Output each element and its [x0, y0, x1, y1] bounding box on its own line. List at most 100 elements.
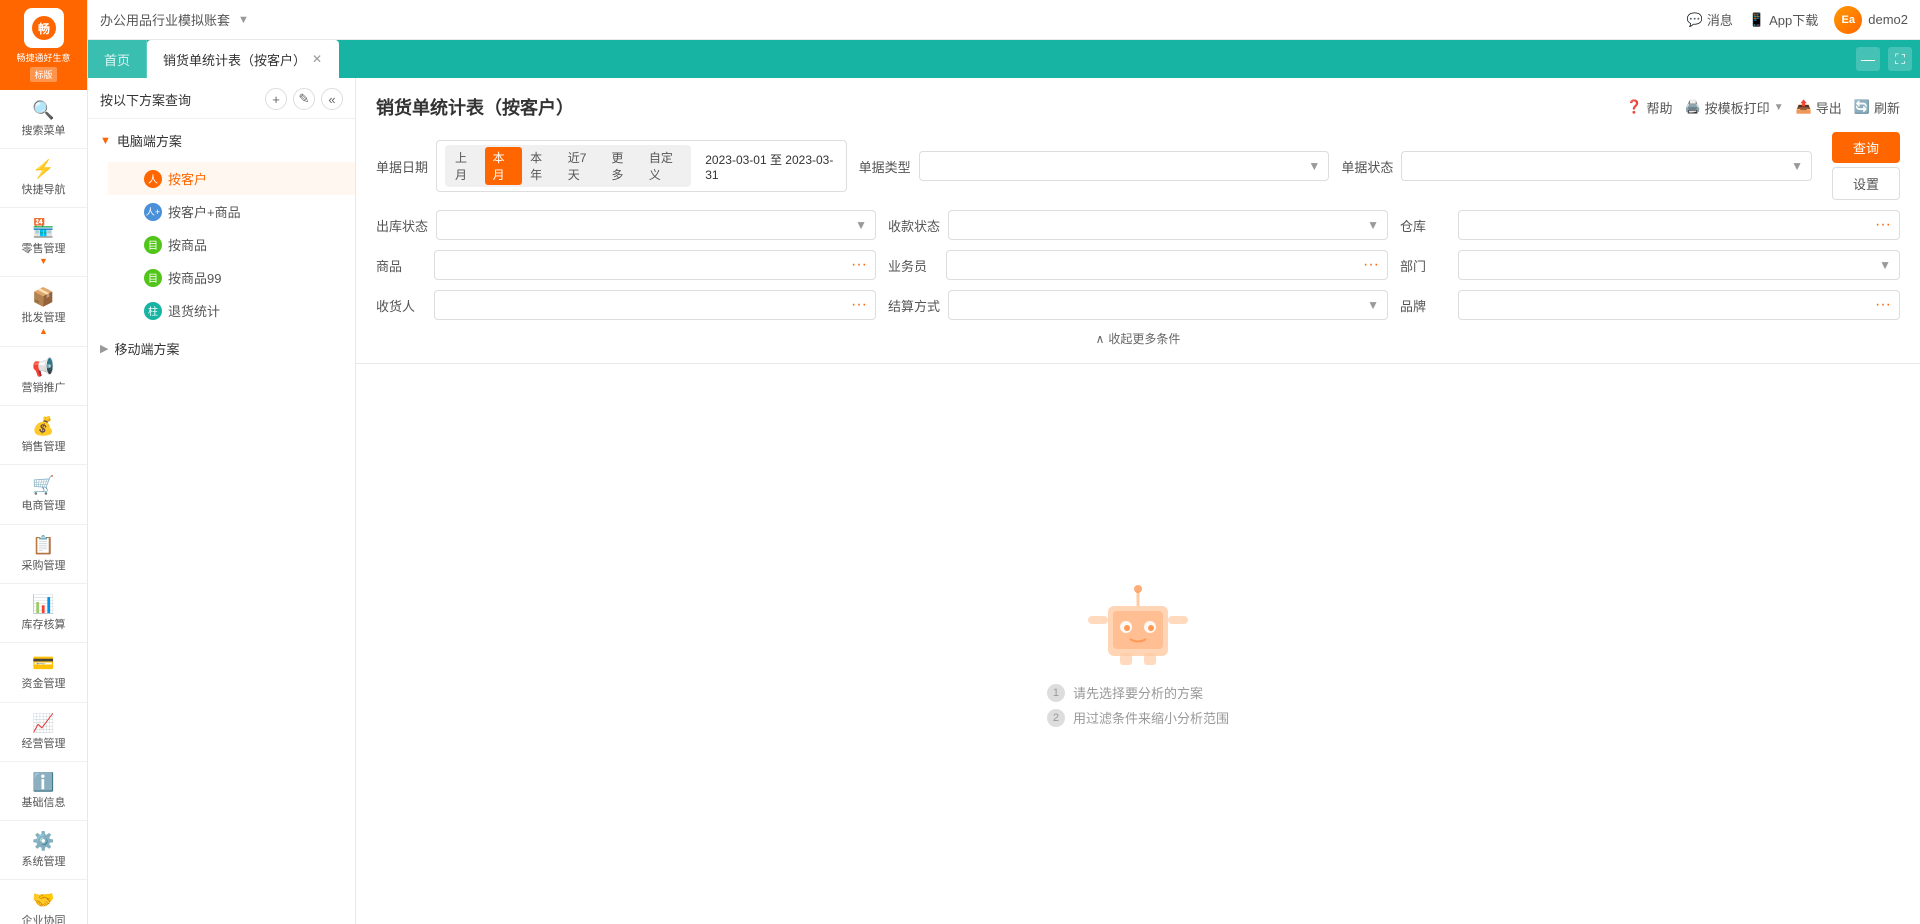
tree-group-mobile[interactable]: ▶ 移动端方案 [88, 333, 355, 364]
filter-item-doc-status: 单据状态 ▼ [1341, 151, 1812, 181]
warehouse-control[interactable]: ··· [1458, 210, 1900, 240]
search-btn[interactable]: 查询 [1832, 132, 1900, 163]
department-control[interactable]: ▼ [1458, 250, 1900, 280]
filter-area: 销货单统计表（按客户） ❓ 帮助 🖨️ 按模板打印 ▼ 📤 [356, 78, 1920, 364]
sidebar-item-wholesale[interactable]: 📦 批发管理 ▲ [0, 277, 87, 346]
tree-group-label: 电脑端方案 [117, 131, 182, 150]
brand-control[interactable]: ··· [1458, 290, 1900, 320]
sales-icon: 💰 [32, 416, 54, 437]
filter-header-actions: ❓ 帮助 🖨️ 按模板打印 ▼ 📤 导出 � [1626, 98, 1900, 117]
payment-method-control[interactable]: ▼ [948, 290, 1388, 320]
date-tab-this-year[interactable]: 本年 [522, 147, 560, 185]
refresh-icon: 🔄 [1854, 99, 1870, 115]
sidebar-item-coop[interactable]: 🤝 企业协同 [0, 880, 87, 924]
tree-item-label: 按客户+商品 [168, 202, 241, 221]
print-icon: 🖨️ [1684, 99, 1700, 115]
svg-text:畅: 畅 [37, 21, 49, 36]
date-range-value: 2023-03-01 至 2023-03-31 [705, 151, 837, 182]
sidebar-item-quick-nav[interactable]: ⚡ 快捷导航 [0, 149, 87, 208]
search-icon: 🔍 [32, 100, 54, 121]
tab-minimize-btn[interactable]: — [1856, 47, 1880, 71]
sidebar-item-sales[interactable]: 💰 销售管理 [0, 406, 87, 465]
doc-status-control[interactable]: ▼ [1401, 151, 1812, 181]
date-tab-last-month[interactable]: 上月 [447, 147, 485, 185]
home-tab-label: 首页 [104, 50, 130, 69]
message-btn[interactable]: 💬 消息 [1687, 10, 1733, 29]
sidebar-item-finance[interactable]: 💳 资金管理 [0, 643, 87, 702]
out-status-control[interactable]: ▼ [436, 210, 876, 240]
print-label: 按模板打印 [1705, 98, 1770, 117]
industry-dropdown-icon[interactable]: ▼ [238, 14, 249, 26]
doc-status-arrow: ▼ [1791, 159, 1803, 173]
logo-text: 畅捷通好生意 [16, 52, 70, 65]
date-control[interactable]: 上月 本月 本年 近7天 更多 自定义 2023-03-01 至 2023-03… [436, 140, 847, 192]
tab-maximize-btn[interactable]: ⛶ [1888, 47, 1912, 71]
sidebar-item-label: 电商管理 [22, 499, 66, 513]
tree-group-desktop[interactable]: ▼ 电脑端方案 [88, 125, 355, 156]
collapse-panel-btn[interactable]: « [321, 88, 343, 110]
tree-item-label: 按客户 [168, 169, 207, 188]
tree-item-by-customer-product[interactable]: 人+ 按客户+商品 [108, 195, 355, 228]
export-icon: 📤 [1796, 99, 1812, 115]
add-scheme-btn[interactable]: + [265, 88, 287, 110]
date-tab-custom[interactable]: 自定义 [641, 147, 689, 185]
collapse-bar[interactable]: ∧ 收起更多条件 [376, 324, 1900, 353]
scheme-tree: ▼ 电脑端方案 人 按客户 人+ 按客户+商品 目 按商品 [88, 119, 355, 924]
sidebar-item-system[interactable]: ⚙️ 系统管理 [0, 821, 87, 880]
tree-item-by-product-99[interactable]: 目 按商品99 [108, 261, 355, 294]
sales-report-tab-label: 销货单统计表（按客户） [163, 50, 306, 69]
content-area: 按以下方案查询 + ✎ « ▼ 电脑端方案 人 按客户 [88, 78, 1920, 924]
sidebar-item-inventory[interactable]: 📊 库存核算 [0, 584, 87, 643]
sidebar-item-ecommerce[interactable]: 🛒 电商管理 [0, 465, 87, 524]
doc-type-control[interactable]: ▼ [919, 151, 1330, 181]
wholesale-icon: 📦 [32, 287, 54, 308]
edit-scheme-btn[interactable]: ✎ [293, 88, 315, 110]
filter-row-3: 商品 ··· 业务员 ··· 部门 [376, 250, 1900, 280]
filter-item-department: 部门 ▼ [1400, 250, 1900, 280]
user-avatar: Ea [1834, 6, 1862, 34]
doc-type-label: 单据类型 [859, 157, 911, 176]
sidebar-item-purchase[interactable]: 📋 采购管理 [0, 525, 87, 584]
settings-btn[interactable]: 设置 [1832, 167, 1900, 200]
department-arrow: ▼ [1879, 258, 1891, 272]
salesperson-dots: ··· [1363, 256, 1379, 274]
left-panel-header: 按以下方案查询 + ✎ « [88, 78, 355, 119]
help-btn[interactable]: ❓ 帮助 [1626, 98, 1672, 117]
product-control[interactable]: ··· [434, 250, 876, 280]
finance-icon: 💳 [32, 653, 54, 674]
collapse-icon: ∧ [1096, 332, 1105, 346]
tree-item-by-customer[interactable]: 人 按客户 [108, 162, 355, 195]
payment-status-control[interactable]: ▼ [948, 210, 1388, 240]
sidebar-item-search[interactable]: 🔍 搜索菜单 [0, 90, 87, 149]
sidebar-item-basic[interactable]: ℹ️ 基础信息 [0, 762, 87, 821]
user-profile[interactable]: Ea demo2 [1834, 6, 1908, 34]
recipient-control[interactable]: ··· [434, 290, 876, 320]
doc-type-arrow: ▼ [1308, 159, 1320, 173]
empty-tips: 1 请先选择要分析的方案 2 用过滤条件来缩小分析范围 [1047, 683, 1229, 727]
sidebar-item-retail[interactable]: 🏪 零售管理 ▼ [0, 208, 87, 277]
tree-item-return-stats[interactable]: 柱 退货统计 [108, 294, 355, 327]
filter-header: 销货单统计表（按客户） ❓ 帮助 🖨️ 按模板打印 ▼ 📤 [376, 94, 1900, 120]
sidebar-item-label: 零售管理 [22, 242, 66, 256]
sidebar-item-label: 系统管理 [22, 855, 66, 869]
date-tab-more[interactable]: 更多 [603, 147, 641, 185]
app-download-btn[interactable]: 📱 App下载 [1749, 10, 1818, 29]
sidebar-item-marketing[interactable]: 📢 营销推广 [0, 347, 87, 406]
recipient-label: 收货人 [376, 296, 426, 315]
tab-close-icon[interactable]: ✕ [312, 52, 322, 66]
date-tab-7days[interactable]: 近7天 [560, 147, 604, 185]
print-btn[interactable]: 🖨️ 按模板打印 ▼ [1684, 98, 1783, 117]
salesperson-control[interactable]: ··· [946, 250, 1388, 280]
export-btn[interactable]: 📤 导出 [1796, 98, 1842, 117]
sidebar-item-business[interactable]: 📈 经营管理 [0, 703, 87, 762]
tab-sales-report[interactable]: 销货单统计表（按客户） ✕ [147, 40, 339, 78]
tab-home[interactable]: 首页 [88, 40, 147, 78]
filter-rows: 单据日期 上月 本月 本年 近7天 更多 自定义 20 [376, 132, 1900, 320]
tree-item-by-product[interactable]: 目 按商品 [108, 228, 355, 261]
sidebar-item-label: 基础信息 [22, 796, 66, 810]
payment-method-label: 结算方式 [888, 296, 940, 315]
filter-item-payment-method: 结算方式 ▼ [888, 290, 1388, 320]
refresh-btn[interactable]: 🔄 刷新 [1854, 98, 1900, 117]
date-tab-this-month[interactable]: 本月 [485, 147, 523, 185]
help-label: 帮助 [1646, 98, 1672, 117]
